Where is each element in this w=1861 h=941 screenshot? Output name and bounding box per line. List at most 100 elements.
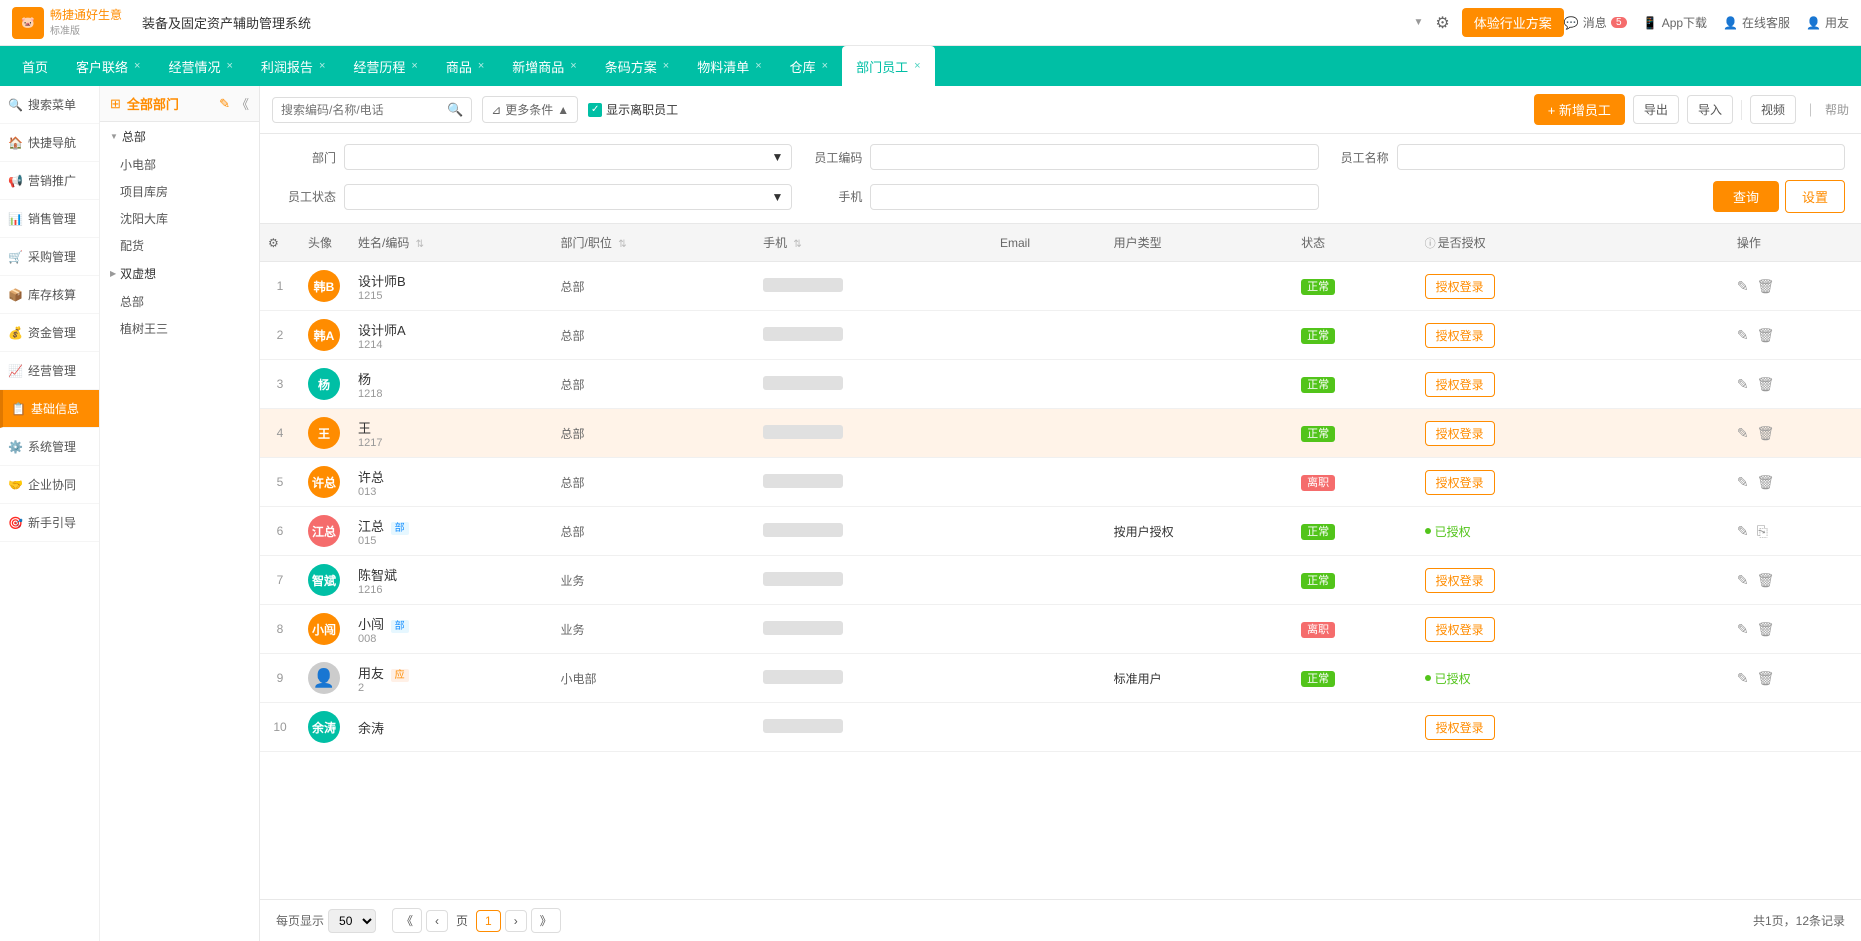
query-button[interactable]: 查询 bbox=[1713, 181, 1779, 212]
auth-done-9: 已授权 bbox=[1425, 670, 1621, 687]
tab-warehouse[interactable]: 仓库× bbox=[776, 46, 842, 86]
video-button[interactable]: 视频 bbox=[1750, 95, 1796, 124]
auth-btn-10[interactable]: 授权登录 bbox=[1425, 715, 1495, 740]
emp-status-select[interactable]: ▼ bbox=[344, 184, 792, 210]
next-page-btn[interactable]: › bbox=[505, 910, 527, 932]
auth-btn-4[interactable]: 授权登录 bbox=[1425, 421, 1495, 446]
nav-finance[interactable]: 💰 资金管理 bbox=[0, 314, 99, 352]
col-name-code[interactable]: 姓名/编码 ⇅ bbox=[350, 224, 553, 262]
delete-icon-5[interactable]: 🗑 bbox=[1757, 474, 1775, 491]
edit-icon-7[interactable]: ✎ bbox=[1737, 572, 1749, 589]
auth-btn-3[interactable]: 授权登录 bbox=[1425, 372, 1495, 397]
dept-edit-icon[interactable]: ✎ bbox=[219, 96, 230, 112]
auth-btn-2[interactable]: 授权登录 bbox=[1425, 323, 1495, 348]
dept-title[interactable]: 全部部门 bbox=[127, 94, 213, 113]
add-employee-button[interactable]: + 新增员工 bbox=[1534, 94, 1625, 125]
settings-icon[interactable]: ⚙ bbox=[1435, 13, 1449, 33]
nav-guide[interactable]: 🎯 新手引导 bbox=[0, 504, 99, 542]
nav-basic-info[interactable]: 📋 基础信息 bbox=[0, 390, 99, 428]
user-type-cell-8 bbox=[1106, 605, 1294, 654]
dept-filter-select[interactable]: ▼ bbox=[344, 144, 792, 170]
online-service-button[interactable]: 👤 在线客服 bbox=[1723, 14, 1790, 31]
delete-icon-3[interactable]: 🗑 bbox=[1757, 376, 1775, 393]
auth-dot-9 bbox=[1425, 675, 1431, 681]
trial-button[interactable]: 体验行业方案 bbox=[1462, 8, 1564, 37]
dept-child-zongbu[interactable]: 总部 bbox=[100, 288, 259, 315]
tab-add-goods[interactable]: 新增商品× bbox=[498, 46, 590, 86]
delete-icon-2[interactable]: 🗑 bbox=[1757, 327, 1775, 344]
dept-collapse-icon[interactable]: 《 bbox=[236, 94, 249, 113]
nav-search[interactable]: 🔍 搜索菜单 bbox=[0, 86, 99, 124]
dept-child-zhishu[interactable]: 植树王三 bbox=[100, 315, 259, 342]
filter-settings-button[interactable]: 设置 bbox=[1785, 180, 1845, 213]
app-download-button[interactable]: 📱 App下载 bbox=[1643, 14, 1707, 31]
edit-icon-5[interactable]: ✎ bbox=[1737, 474, 1749, 491]
nav-collab[interactable]: 🤝 企业协同 bbox=[0, 466, 99, 504]
emp-code-4: 1217 bbox=[358, 437, 545, 449]
prev-page-btn[interactable]: ‹ bbox=[426, 910, 448, 932]
nav-business[interactable]: 📈 经营管理 bbox=[0, 352, 99, 390]
user-button[interactable]: 👤 用友 bbox=[1806, 14, 1849, 31]
tab-customer[interactable]: 客户联络× bbox=[62, 46, 154, 86]
nav-purchase[interactable]: 🛒 采购管理 bbox=[0, 238, 99, 276]
phone-input[interactable] bbox=[870, 184, 1318, 210]
avatar-cell-10: 余涛 bbox=[300, 703, 350, 752]
delete-icon-4[interactable]: 🗑 bbox=[1757, 425, 1775, 442]
edit-icon-1[interactable]: ✎ bbox=[1737, 278, 1749, 295]
emp-code-input[interactable] bbox=[870, 144, 1318, 170]
delete-icon-9[interactable]: 🗑 bbox=[1757, 670, 1775, 687]
tab-barcode[interactable]: 条码方案× bbox=[591, 46, 683, 86]
show-resigned-checkbox[interactable]: ✓ bbox=[588, 103, 602, 117]
col-settings[interactable]: ⚙ bbox=[260, 224, 300, 262]
tab-home[interactable]: 首页 bbox=[8, 46, 62, 86]
col-dept-pos[interactable]: 部门/职位 ⇅ bbox=[553, 224, 756, 262]
nav-inventory[interactable]: 📦 库存核算 bbox=[0, 276, 99, 314]
dept-child-xiaodibu[interactable]: 小电部 bbox=[100, 151, 259, 178]
edit-icon-2[interactable]: ✎ bbox=[1737, 327, 1749, 344]
import-button[interactable]: 导入 bbox=[1687, 95, 1733, 124]
col-phone[interactable]: 手机 ⇅ bbox=[755, 224, 992, 262]
dept-tree-shuangxu[interactable]: ▶ 双虚想 bbox=[100, 259, 259, 288]
current-page[interactable]: 1 bbox=[476, 910, 501, 932]
copy-icon-6[interactable]: ⎘ bbox=[1757, 523, 1768, 540]
row-num-8: 8 bbox=[260, 605, 300, 654]
help-icon[interactable]: ｜ bbox=[1804, 100, 1817, 119]
delete-icon-7[interactable]: 🗑 bbox=[1757, 572, 1775, 589]
per-page-select[interactable]: 50 bbox=[328, 909, 376, 933]
edit-icon-4[interactable]: ✎ bbox=[1737, 425, 1749, 442]
system-dropdown-arrow[interactable]: ▼ bbox=[1414, 17, 1424, 28]
first-page-btn[interactable]: 《 bbox=[392, 908, 422, 933]
dept-child-peihuo[interactable]: 配货 bbox=[100, 232, 259, 259]
nav-sales[interactable]: 📊 销售管理 bbox=[0, 200, 99, 238]
last-page-btn[interactable]: 》 bbox=[531, 908, 561, 933]
emp-name-input[interactable] bbox=[1397, 144, 1845, 170]
dept-child-project[interactable]: 项目库房 bbox=[100, 178, 259, 205]
dept-child-shenyang[interactable]: 沈阳大库 bbox=[100, 205, 259, 232]
nav-system[interactable]: ⚙️ 系统管理 bbox=[0, 428, 99, 466]
edit-icon-6[interactable]: ✎ bbox=[1737, 523, 1749, 540]
delete-icon-1[interactable]: 🗑 bbox=[1757, 278, 1775, 295]
tab-goods[interactable]: 商品× bbox=[432, 46, 498, 86]
auth-btn-7[interactable]: 授权登录 bbox=[1425, 568, 1495, 593]
edit-icon-3[interactable]: ✎ bbox=[1737, 376, 1749, 393]
tab-journey[interactable]: 经营历程× bbox=[339, 46, 431, 86]
more-filter-btn[interactable]: ⊿ 更多条件 ▲ bbox=[482, 96, 578, 123]
search-input[interactable] bbox=[281, 103, 441, 117]
export-button[interactable]: 导出 bbox=[1633, 95, 1679, 124]
nav-marketing[interactable]: 📢 营销推广 bbox=[0, 162, 99, 200]
status-cell-3: 正常 bbox=[1293, 360, 1416, 409]
tab-profit[interactable]: 利润报告× bbox=[247, 46, 339, 86]
edit-icon-8[interactable]: ✎ bbox=[1737, 621, 1749, 638]
tab-dept-staff[interactable]: 部门员工× bbox=[842, 46, 934, 86]
tab-bom[interactable]: 物料清单× bbox=[683, 46, 775, 86]
auth-btn-8[interactable]: 授权登录 bbox=[1425, 617, 1495, 642]
tab-operation[interactable]: 经营情况× bbox=[154, 46, 246, 86]
nav-shortcuts[interactable]: 🏠 快捷导航 bbox=[0, 124, 99, 162]
auth-btn-1[interactable]: 授权登录 bbox=[1425, 274, 1495, 299]
delete-icon-8[interactable]: 🗑 bbox=[1757, 621, 1775, 638]
auth-btn-5[interactable]: 授权登录 bbox=[1425, 470, 1495, 495]
message-button[interactable]: 💬 消息 5 bbox=[1564, 14, 1627, 31]
dept-tree-root[interactable]: ▼ 总部 bbox=[100, 122, 259, 151]
help-label[interactable]: 帮助 bbox=[1825, 101, 1849, 118]
edit-icon-9[interactable]: ✎ bbox=[1737, 670, 1749, 687]
